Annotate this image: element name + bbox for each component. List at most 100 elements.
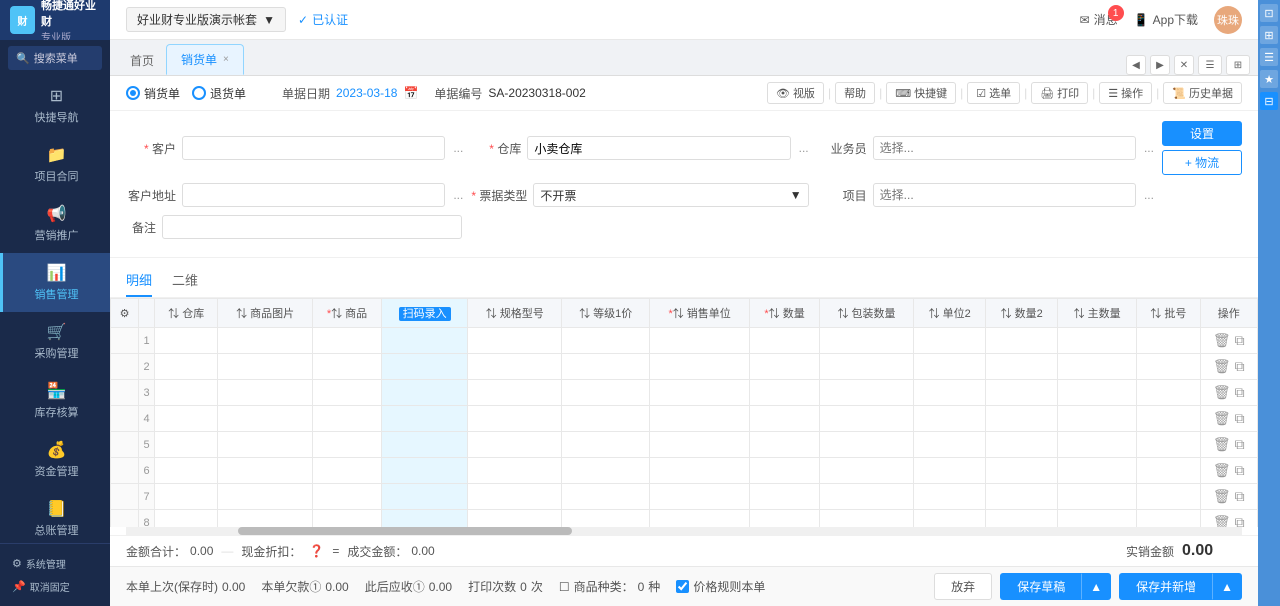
row-main-qty-cell[interactable] [1058,354,1137,380]
row-sale-unit-cell[interactable] [649,380,749,406]
row-spec-cell[interactable] [468,484,562,510]
row-product-cell[interactable] [312,406,381,432]
row-price1-cell[interactable] [562,354,650,380]
print-button[interactable]: 🖨 打印 [1031,82,1088,104]
row-delete-icon[interactable]: 🗑 [1213,332,1231,349]
row-product-img-cell[interactable] [218,328,312,354]
panel-icon-5[interactable]: ⊟ [1260,92,1278,110]
salesperson-input[interactable] [873,136,1136,160]
row-main-qty-cell[interactable] [1058,510,1137,528]
row-qty2-cell[interactable] [986,406,1058,432]
row-copy-icon[interactable]: ⧉ [1235,332,1245,349]
horizontal-scrollbar[interactable] [126,527,1242,535]
row-sale-unit-cell[interactable] [649,432,749,458]
help-button[interactable]: 帮助 [835,82,875,104]
search-menu-button[interactable]: 🔍 搜索菜单 [8,46,102,70]
row-warehouse-cell[interactable] [155,328,218,354]
settings-button[interactable]: 设置 [1162,121,1242,146]
row-copy-icon[interactable]: ⧉ [1235,514,1245,527]
row-main-qty-cell[interactable] [1058,432,1137,458]
warehouse-input[interactable] [527,136,790,160]
row-qty-cell[interactable] [750,458,819,484]
row-batch-import-cell[interactable] [382,484,468,510]
row-qty2-cell[interactable] [986,484,1058,510]
tab-close-all[interactable]: ✕ [1174,55,1194,75]
row-pack-qty-cell[interactable] [819,380,913,406]
save-draft-main[interactable]: 保存草稿 [1000,573,1081,600]
row-product-img-cell[interactable] [218,484,312,510]
row-qty-cell[interactable] [750,510,819,528]
tab-active-sale[interactable]: 销货单 × [166,44,244,75]
row-main-qty-cell[interactable] [1058,380,1137,406]
sidebar-item-cancel-pin[interactable]: 📌 取消固定 [8,575,102,598]
warehouse-picker[interactable]: ... [799,141,809,155]
row-batch-cell[interactable] [1137,510,1200,528]
price-rule-check[interactable] [676,580,689,593]
row-price1-cell[interactable] [562,432,650,458]
row-product-cell[interactable] [312,328,381,354]
row-warehouse-cell[interactable] [155,380,218,406]
tab-home[interactable]: 首页 [118,46,166,75]
row-qty2-cell[interactable] [986,328,1058,354]
invoice-select[interactable]: 不开票 ▼ [533,183,808,207]
row-sale-unit-cell[interactable] [649,406,749,432]
row-main-qty-cell[interactable] [1058,328,1137,354]
question-icon-container[interactable]: ❓ [309,544,324,558]
more-ops-button[interactable]: ☰ 操作 [1099,82,1152,104]
row-copy-icon[interactable]: ⧉ [1235,384,1245,401]
row-warehouse-cell[interactable] [155,406,218,432]
row-spec-cell[interactable] [468,380,562,406]
row-copy-icon[interactable]: ⧉ [1235,488,1245,505]
row-main-qty-cell[interactable] [1058,406,1137,432]
row-price1-cell[interactable] [562,406,650,432]
row-delete-icon[interactable]: 🗑 [1213,514,1231,527]
row-pack-qty-cell[interactable] [819,458,913,484]
row-price1-cell[interactable] [562,510,650,528]
col-batch-import[interactable]: 扫码录入 [382,299,468,328]
row-price1-cell[interactable] [562,484,650,510]
company-selector[interactable]: 好业财专业版演示帐套 ▼ [126,7,286,32]
row-sale-unit-cell[interactable] [649,328,749,354]
row-qty-cell[interactable] [750,484,819,510]
panel-icon-2[interactable]: ⊞ [1260,26,1278,44]
project-input[interactable] [873,183,1136,207]
row-sale-unit-cell[interactable] [649,354,749,380]
row-product-img-cell[interactable] [218,510,312,528]
row-qty-cell[interactable] [750,328,819,354]
row-sale-unit-cell[interactable] [649,510,749,528]
radio-sale[interactable]: 销货单 [126,85,180,102]
row-copy-icon[interactable]: ⧉ [1235,436,1245,453]
row-delete-icon[interactable]: 🗑 [1213,462,1231,479]
calendar-icon[interactable]: 📅 [403,86,418,100]
customer-picker[interactable]: ... [453,141,463,155]
row-main-qty-cell[interactable] [1058,458,1137,484]
row-warehouse-cell[interactable] [155,458,218,484]
row-sale-unit-cell[interactable] [649,458,749,484]
row-qty-cell[interactable] [750,354,819,380]
scroll-thumb[interactable] [238,527,573,535]
row-unit2-cell[interactable] [914,484,986,510]
customer-input[interactable] [182,136,445,160]
price-rule-checkbox[interactable]: 价格规则本单 [676,578,765,595]
row-unit2-cell[interactable] [914,458,986,484]
address-input[interactable] [182,183,445,207]
tab-next-arrow[interactable]: ▶ [1150,55,1170,75]
sidebar-item-project[interactable]: 📁 项目合同 [0,135,110,194]
app-download-button[interactable]: 📱 App下载 [1134,11,1198,28]
row-copy-icon[interactable]: ⧉ [1235,358,1245,375]
row-batch-import-cell[interactable] [382,380,468,406]
address-picker[interactable]: ... [453,188,463,202]
row-delete-icon[interactable]: 🗑 [1213,358,1231,375]
salesperson-picker[interactable]: ... [1144,141,1154,155]
tab-prev-arrow[interactable]: ◀ [1126,55,1146,75]
sidebar-item-accounts[interactable]: 📒 总账管理 [0,489,110,543]
row-batch-import-cell[interactable] [382,510,468,528]
save-new-main[interactable]: 保存并新增 [1119,573,1212,600]
preview-button[interactable]: 👁 视版 [767,82,824,104]
row-pack-qty-cell[interactable] [819,328,913,354]
col-settings[interactable]: ⚙ [111,299,139,328]
project-picker[interactable]: ... [1144,188,1154,202]
row-warehouse-cell[interactable] [155,484,218,510]
row-unit2-cell[interactable] [914,380,986,406]
row-delete-icon[interactable]: 🗑 [1213,488,1231,505]
